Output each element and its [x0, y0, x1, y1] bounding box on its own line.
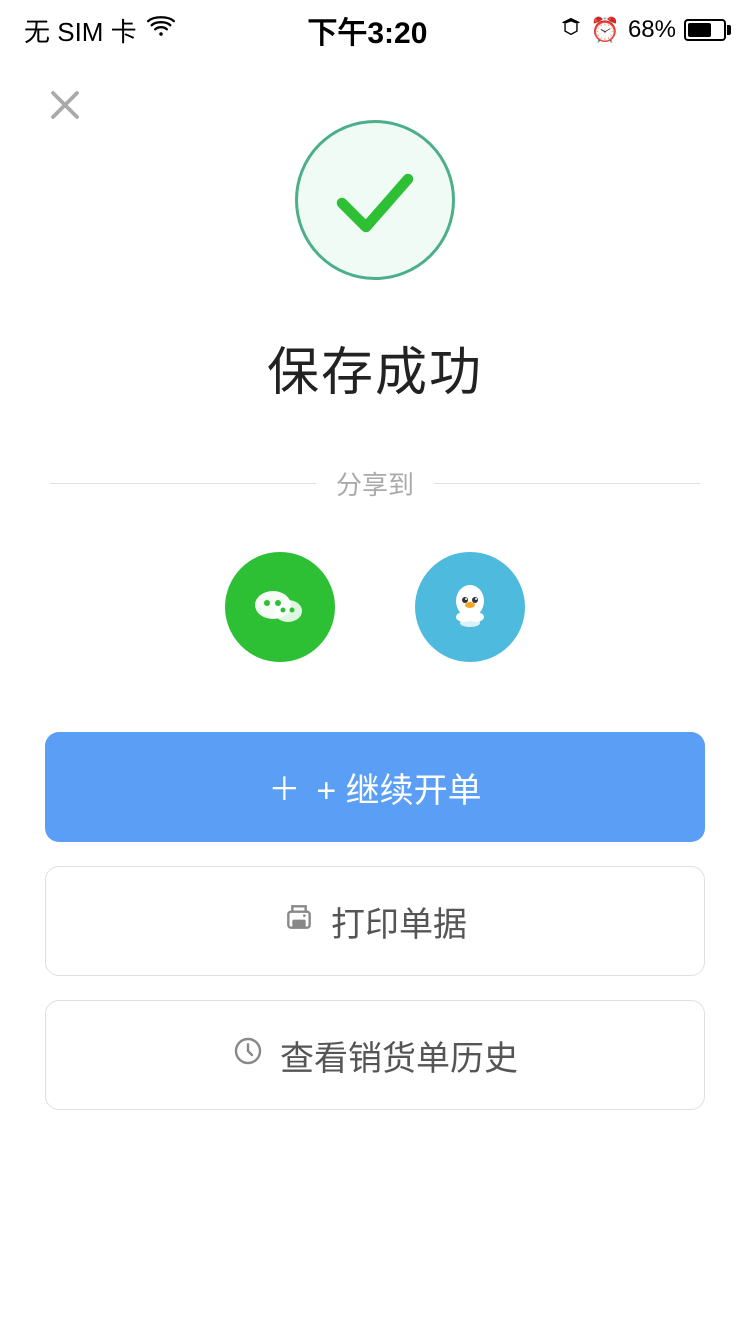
- clock-icon: [232, 1035, 264, 1075]
- continue-button[interactable]: ＋ + 继续开单: [45, 732, 705, 842]
- success-title: 保存成功: [267, 330, 483, 405]
- alarm-icon: ⏰: [590, 16, 620, 45]
- success-circle: [295, 120, 455, 280]
- plus-icon: ＋: [268, 764, 300, 810]
- share-label: 分享到: [336, 465, 414, 502]
- divider-right: [434, 483, 700, 484]
- print-label: 打印单据: [331, 897, 467, 946]
- status-time: 下午3:20: [307, 8, 427, 52]
- share-section: 分享到: [0, 465, 750, 732]
- wechat-share-button[interactable]: [225, 552, 335, 662]
- status-left: 无 SIM 卡: [24, 12, 175, 49]
- continue-label: + 继续开单: [316, 763, 481, 812]
- print-icon: [283, 901, 315, 941]
- battery-pct: 68%: [628, 16, 676, 44]
- share-divider-row: 分享到: [0, 465, 750, 502]
- main-content: 保存成功 分享到: [0, 60, 750, 1110]
- divider-left: [50, 483, 316, 484]
- status-right: ⏰ 68%: [560, 16, 726, 45]
- history-label: 查看销货单历史: [280, 1031, 518, 1080]
- qq-share-button[interactable]: [415, 552, 525, 662]
- battery-icon: [684, 19, 726, 41]
- share-icons: [225, 552, 525, 662]
- close-button[interactable]: [40, 80, 90, 130]
- status-bar: 无 SIM 卡 下午3:20 ⏰ 68%: [0, 0, 750, 60]
- no-sim-text: 无 SIM 卡: [24, 12, 137, 49]
- wifi-icon: [147, 13, 175, 48]
- location-icon: [560, 16, 582, 45]
- history-button[interactable]: 查看销货单历史: [45, 1000, 705, 1110]
- checkmark-icon: [330, 155, 420, 245]
- action-buttons: ＋ + 继续开单 打印单据 查看销货单历史: [45, 732, 705, 1110]
- print-button[interactable]: 打印单据: [45, 866, 705, 976]
